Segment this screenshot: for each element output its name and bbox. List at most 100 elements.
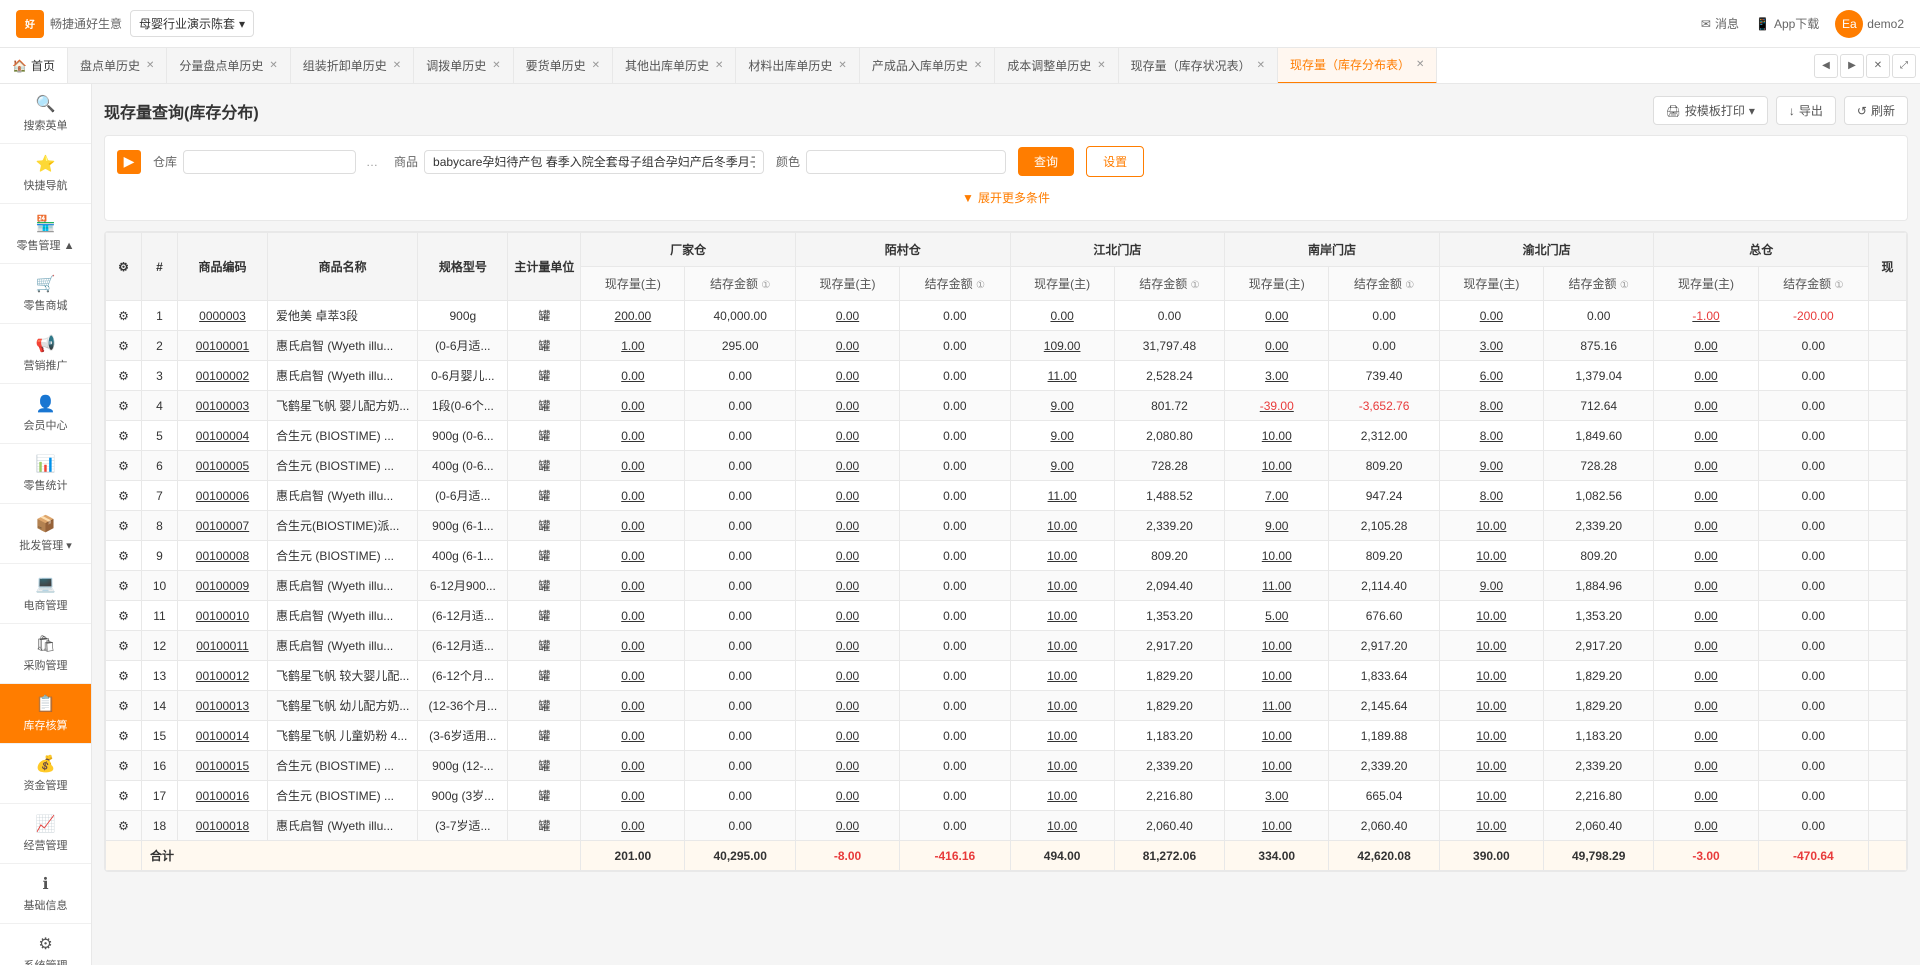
row-na-qty[interactable]: 10.00	[1225, 661, 1329, 691]
tab-yh[interactable]: 要货单历史 ✕	[514, 48, 613, 84]
sidebar-item-mall[interactable]: 🛒 零售商城	[0, 264, 91, 324]
row-na-qty[interactable]: 10.00	[1225, 721, 1329, 751]
row-cf-qty[interactable]: 0.00	[581, 781, 685, 811]
row-yb-qty[interactable]: 10.00	[1439, 511, 1543, 541]
row-total-qty[interactable]: 0.00	[1654, 511, 1758, 541]
row-mc-qty[interactable]: 0.00	[795, 331, 899, 361]
row-na-qty[interactable]: 9.00	[1225, 511, 1329, 541]
tab-close-cb[interactable]: ✕	[1097, 60, 1105, 71]
row-yb-qty[interactable]: 10.00	[1439, 631, 1543, 661]
row-jb-qty[interactable]: 10.00	[1010, 811, 1114, 841]
sidebar-item-member[interactable]: 👤 会员中心	[0, 384, 91, 444]
row-yb-qty[interactable]: 10.00	[1439, 811, 1543, 841]
row-jb-qty[interactable]: 109.00	[1010, 331, 1114, 361]
row-cf-qty[interactable]: 0.00	[581, 391, 685, 421]
warehouse-ellipsis[interactable]: …	[362, 155, 382, 169]
row-mc-qty[interactable]: 0.00	[795, 661, 899, 691]
row-yb-qty[interactable]: 9.00	[1439, 571, 1543, 601]
row-mc-qty[interactable]: 0.00	[795, 691, 899, 721]
row-mc-qty[interactable]: 0.00	[795, 631, 899, 661]
sidebar-item-basic[interactable]: ℹ 基础信息	[0, 864, 91, 924]
print-btn[interactable]: 🖨 按模板打印 ▾	[1653, 96, 1768, 125]
row-mc-qty[interactable]: 0.00	[795, 721, 899, 751]
row-gear[interactable]: ⚙	[106, 481, 142, 511]
gear-col-header[interactable]: ⚙	[106, 233, 142, 301]
tab-cb[interactable]: 成本调整单历史 ✕	[995, 48, 1118, 84]
row-mc-qty[interactable]: 0.00	[795, 571, 899, 601]
row-gear[interactable]: ⚙	[106, 301, 142, 331]
row-code[interactable]: 00100004	[178, 421, 268, 451]
tab-db[interactable]: 调拨单历史 ✕	[414, 48, 513, 84]
row-total-qty[interactable]: -1.00	[1654, 301, 1758, 331]
row-cf-qty[interactable]: 0.00	[581, 751, 685, 781]
row-jb-qty[interactable]: 9.00	[1010, 391, 1114, 421]
tab-close-db[interactable]: ✕	[492, 60, 500, 71]
tab-close-clck[interactable]: ✕	[838, 60, 846, 71]
row-gear[interactable]: ⚙	[106, 751, 142, 781]
row-mc-qty[interactable]: 0.00	[795, 811, 899, 841]
warehouse-input[interactable]	[183, 150, 356, 174]
row-yb-qty[interactable]: 9.00	[1439, 451, 1543, 481]
row-gear[interactable]: ⚙	[106, 781, 142, 811]
row-cf-qty[interactable]: 0.00	[581, 451, 685, 481]
row-na-qty[interactable]: 5.00	[1225, 601, 1329, 631]
tab-close-fl[interactable]: ✕	[269, 60, 277, 71]
row-gear[interactable]: ⚙	[106, 541, 142, 571]
row-mc-qty[interactable]: 0.00	[795, 481, 899, 511]
row-cf-qty[interactable]: 0.00	[581, 571, 685, 601]
sidebar-item-quicknav[interactable]: ⭐ 快捷导航	[0, 144, 91, 204]
row-code[interactable]: 00100001	[178, 331, 268, 361]
row-yb-qty[interactable]: 3.00	[1439, 331, 1543, 361]
row-total-qty[interactable]: 0.00	[1654, 661, 1758, 691]
row-jb-qty[interactable]: 10.00	[1010, 691, 1114, 721]
row-na-qty[interactable]: 10.00	[1225, 811, 1329, 841]
sidebar-item-marketing[interactable]: 📢 营销推广	[0, 324, 91, 384]
tab-close-xc1[interactable]: ✕	[1257, 60, 1265, 71]
sidebar-item-system[interactable]: ⚙ 系统管理	[0, 924, 91, 965]
row-gear[interactable]: ⚙	[106, 571, 142, 601]
row-total-qty[interactable]: 0.00	[1654, 631, 1758, 661]
row-cf-qty[interactable]: 0.00	[581, 721, 685, 751]
row-mc-qty[interactable]: 0.00	[795, 511, 899, 541]
tab-close-xc2[interactable]: ✕	[1416, 59, 1424, 70]
row-gear[interactable]: ⚙	[106, 661, 142, 691]
row-mc-qty[interactable]: 0.00	[795, 361, 899, 391]
row-yb-qty[interactable]: 10.00	[1439, 541, 1543, 571]
row-code[interactable]: 00100003	[178, 391, 268, 421]
expand-conditions-btn[interactable]: ▼ 展开更多条件	[958, 185, 1054, 210]
row-cf-qty[interactable]: 0.00	[581, 691, 685, 721]
store-selector[interactable]: 母婴行业演示陈套 ▾	[130, 10, 254, 37]
row-na-qty[interactable]: 3.00	[1225, 361, 1329, 391]
row-yb-qty[interactable]: 6.00	[1439, 361, 1543, 391]
tab-prev-btn[interactable]: ◀	[1814, 54, 1838, 78]
tab-xc2[interactable]: 现存量（库存分布表） ✕	[1278, 48, 1437, 84]
row-na-qty[interactable]: -39.00	[1225, 391, 1329, 421]
sidebar-item-retail[interactable]: 🏪 零售管理 ▲	[0, 204, 91, 264]
tab-close-pd[interactable]: ✕	[146, 60, 154, 71]
row-na-qty[interactable]: 10.00	[1225, 631, 1329, 661]
tab-zz[interactable]: 组装折卸单历史 ✕	[291, 48, 414, 84]
row-total-qty[interactable]: 0.00	[1654, 331, 1758, 361]
tab-close-yh[interactable]: ✕	[592, 60, 600, 71]
row-total-qty[interactable]: 0.00	[1654, 601, 1758, 631]
row-yb-qty[interactable]: 8.00	[1439, 421, 1543, 451]
row-jb-qty[interactable]: 10.00	[1010, 661, 1114, 691]
row-gear[interactable]: ⚙	[106, 361, 142, 391]
row-gear[interactable]: ⚙	[106, 511, 142, 541]
row-cf-qty[interactable]: 0.00	[581, 541, 685, 571]
sidebar-item-ecom[interactable]: 💻 电商管理	[0, 564, 91, 624]
row-gear[interactable]: ⚙	[106, 451, 142, 481]
row-na-qty[interactable]: 0.00	[1225, 301, 1329, 331]
row-code[interactable]: 00100002	[178, 361, 268, 391]
row-gear[interactable]: ⚙	[106, 331, 142, 361]
row-jb-qty[interactable]: 11.00	[1010, 481, 1114, 511]
query-btn[interactable]: 查询	[1018, 147, 1074, 176]
app-download-btn[interactable]: 📱 App下载	[1755, 15, 1819, 32]
row-gear[interactable]: ⚙	[106, 601, 142, 631]
tab-expand-btn[interactable]: ⤢	[1892, 54, 1916, 78]
row-gear[interactable]: ⚙	[106, 421, 142, 451]
row-total-qty[interactable]: 0.00	[1654, 541, 1758, 571]
row-total-qty[interactable]: 0.00	[1654, 781, 1758, 811]
row-code[interactable]: 00100011	[178, 631, 268, 661]
tab-pd[interactable]: 盘点单历史 ✕	[68, 48, 167, 84]
